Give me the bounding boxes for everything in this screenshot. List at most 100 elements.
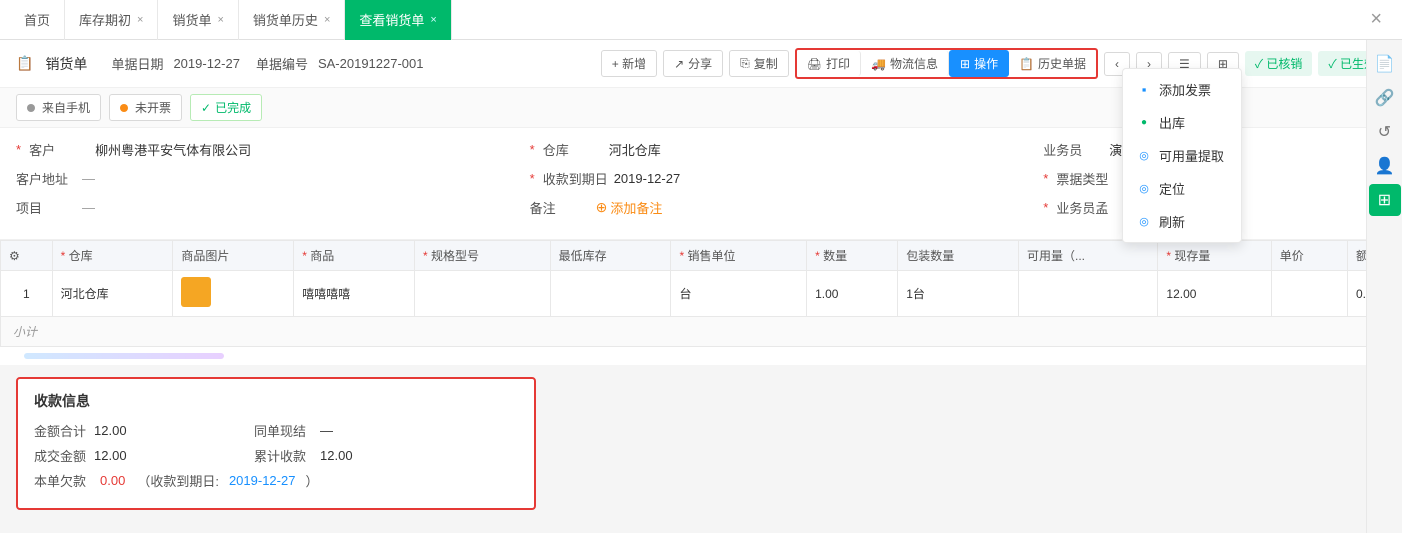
remark-field: 备注 ⊕ 添加备注 <box>530 198 1020 217</box>
owe-item: 本单欠款 0.00 （收款到期日: 2019-12-27 ） <box>34 471 374 490</box>
subtotal-label: 小计 <box>1 317 1402 347</box>
share-icon: ↗ <box>674 57 684 71</box>
row-spec <box>414 271 550 317</box>
dropdown-item-refresh[interactable]: ◎ 刷新 <box>1123 205 1241 238</box>
confirm-icon: ✓ <box>201 101 211 115</box>
cumulative-value: 12.00 <box>320 448 353 463</box>
print-button[interactable]: 🖨 打印 <box>797 51 861 76</box>
check-icon2: ✓ <box>1328 57 1336 71</box>
confirm-button[interactable]: ✓ 已完成 <box>190 94 262 121</box>
logistics-button[interactable]: 🚚 物流信息 <box>861 51 949 76</box>
tab-bar: 首页 库存期初 × 销货单 × 销货单历史 × 查看销货单 × × <box>0 0 1402 40</box>
row-product-img <box>173 271 294 317</box>
sidebar-icon-chart[interactable]: ⊞ <box>1369 184 1401 216</box>
table-row: 1 河北仓库 嘻嘻嘻嘻 台 1.00 1台 12.00 0. <box>1 271 1402 317</box>
doc-meta: 单据日期 2019-12-27 单据编号 SA-20191227-001 <box>111 54 423 73</box>
available-qty-icon: ◎ <box>1137 149 1151 163</box>
row-pkg-qty: 1台 <box>898 271 1019 317</box>
share-button[interactable]: ↗ 分享 <box>663 50 723 77</box>
add-remark-button[interactable]: ⊕ 添加备注 <box>596 198 663 217</box>
sidebar-icon-doc[interactable]: 📄 <box>1369 48 1401 80</box>
col-pkg-qty-header: 包装数量 <box>898 241 1019 271</box>
cumulative-item: 累计收款 12.00 <box>254 446 434 465</box>
col-min-stock-header: 最低库存 <box>550 241 671 271</box>
transaction-amount-value: 12.00 <box>94 448 127 463</box>
tab-sales-history-close[interactable]: × <box>324 14 330 26</box>
ticket-status-dot <box>120 104 128 112</box>
operation-button[interactable]: ⊞ 操作 <box>949 50 1009 77</box>
sidebar-icon-link[interactable]: 🔗 <box>1369 82 1401 114</box>
outbound-icon: ● <box>1137 116 1151 130</box>
tab-sales-order[interactable]: 销货单 × <box>158 0 238 40</box>
row-product: 嘻嘻嘻嘻 <box>294 271 415 317</box>
right-sidebar: 📄 🔗 ↺ 👤 ⊞ <box>1366 40 1402 533</box>
tab-sales-order-close[interactable]: × <box>217 14 223 26</box>
tab-view-sales[interactable]: 查看销货单 × <box>345 0 451 40</box>
doc-type-icon: 📋 <box>16 55 33 72</box>
print-icon: 🖨 <box>807 57 822 71</box>
dropdown-item-available-qty[interactable]: ◎ 可用量提取 <box>1123 139 1241 172</box>
payment-row-3: 本单欠款 0.00 （收款到期日: 2019-12-27 ） <box>34 471 518 490</box>
row-stock: 12.00 <box>1158 271 1271 317</box>
same-order-value: — <box>320 423 333 438</box>
tab-inventory-init-close[interactable]: × <box>137 14 143 26</box>
history-icon: 📋 <box>1019 57 1034 71</box>
locate-icon: ◎ <box>1137 182 1151 196</box>
payment-row-2: 成交金额 12.00 累计收款 12.00 <box>34 446 518 465</box>
window-close-button[interactable]: × <box>1360 8 1392 31</box>
scroll-hint-bar[interactable] <box>24 353 224 359</box>
add-invoice-icon: ▪ <box>1137 83 1151 97</box>
payment-title: 收款信息 <box>34 391 518 411</box>
copy-button[interactable]: ⎘ 复制 <box>729 50 789 77</box>
payment-info-box: 收款信息 金额合计 12.00 同单现结 — 成交金额 12.00 累计收款 1… <box>16 377 536 510</box>
doc-number-label: 单据编号 SA-20191227-001 <box>256 54 424 73</box>
tab-view-sales-close[interactable]: × <box>430 14 436 26</box>
doc-date-label: 单据日期 2019-12-27 <box>111 54 240 73</box>
doc-date-value: 2019-12-27 <box>173 56 240 71</box>
table-container: ⚙ * 仓库 商品图片 * 商品 * 规格型号 最低库存 * 销售单位 * 数量… <box>0 240 1402 365</box>
products-table: ⚙ * 仓库 商品图片 * 商品 * 规格型号 最低库存 * 销售单位 * 数量… <box>0 240 1402 347</box>
col-product-img-header: 商品图片 <box>173 241 294 271</box>
due-date-value: 2019-12-27 <box>614 171 681 186</box>
row-quantity: 1.00 <box>807 271 898 317</box>
row-no: 1 <box>1 271 53 317</box>
owe-value: 0.00 <box>100 473 125 488</box>
warehouse-value: 河北仓库 <box>609 140 661 159</box>
not-open-ticket-button[interactable]: 未开票 <box>109 94 182 121</box>
total-amount-item: 金额合计 12.00 <box>34 421 214 440</box>
customer-field: * 客户 柳州粤港平安气体有限公司 <box>16 140 506 159</box>
row-min-stock <box>550 271 671 317</box>
from-phone-button[interactable]: 来自手机 <box>16 94 101 121</box>
tab-inventory-init[interactable]: 库存期初 × <box>65 0 158 40</box>
col-unit-price-header: 单价 <box>1271 241 1347 271</box>
operation-dropdown: ▪ 添加发票 ● 出库 ◎ 可用量提取 ◎ 定位 ◎ 刷新 <box>1122 68 1242 243</box>
sidebar-icon-user[interactable]: 👤 <box>1369 150 1401 182</box>
history-button[interactable]: 📋 历史单据 <box>1009 51 1096 76</box>
col-product-header: * 商品 <box>294 241 415 271</box>
col-quantity-header: * 数量 <box>807 241 898 271</box>
due-hint-date: 2019-12-27 <box>229 473 296 488</box>
row-unit-price <box>1271 271 1347 317</box>
tab-home[interactable]: 首页 <box>10 0 65 40</box>
plus-icon: ⊕ <box>596 199 608 216</box>
already-void-badge: ✓ 已核销 <box>1245 51 1313 76</box>
col-spec-header: * 规格型号 <box>414 241 550 271</box>
col-sales-unit-header: * 销售单位 <box>671 241 807 271</box>
add-button[interactable]: + 新增 <box>601 50 657 77</box>
row-warehouse: 河北仓库 <box>52 271 173 317</box>
row-sales-unit: 台 <box>671 271 807 317</box>
col-setting: ⚙ <box>1 241 53 271</box>
dropdown-item-add-invoice[interactable]: ▪ 添加发票 <box>1123 73 1241 106</box>
check-icon: ✓ <box>1255 57 1263 71</box>
dropdown-item-outbound[interactable]: ● 出库 <box>1123 106 1241 139</box>
payment-row-1: 金额合计 12.00 同单现结 — <box>34 421 518 440</box>
project-field: 项目 — <box>16 198 506 217</box>
scroll-hint-area <box>0 347 1402 365</box>
tab-sales-history[interactable]: 销货单历史 × <box>239 0 345 40</box>
sidebar-icon-refresh[interactable]: ↺ <box>1369 116 1401 148</box>
col-available-header: 可用量（... <box>1019 241 1158 271</box>
row-available <box>1019 271 1158 317</box>
col-warehouse-header: * 仓库 <box>52 241 173 271</box>
phone-status-dot <box>27 104 35 112</box>
dropdown-item-locate[interactable]: ◎ 定位 <box>1123 172 1241 205</box>
